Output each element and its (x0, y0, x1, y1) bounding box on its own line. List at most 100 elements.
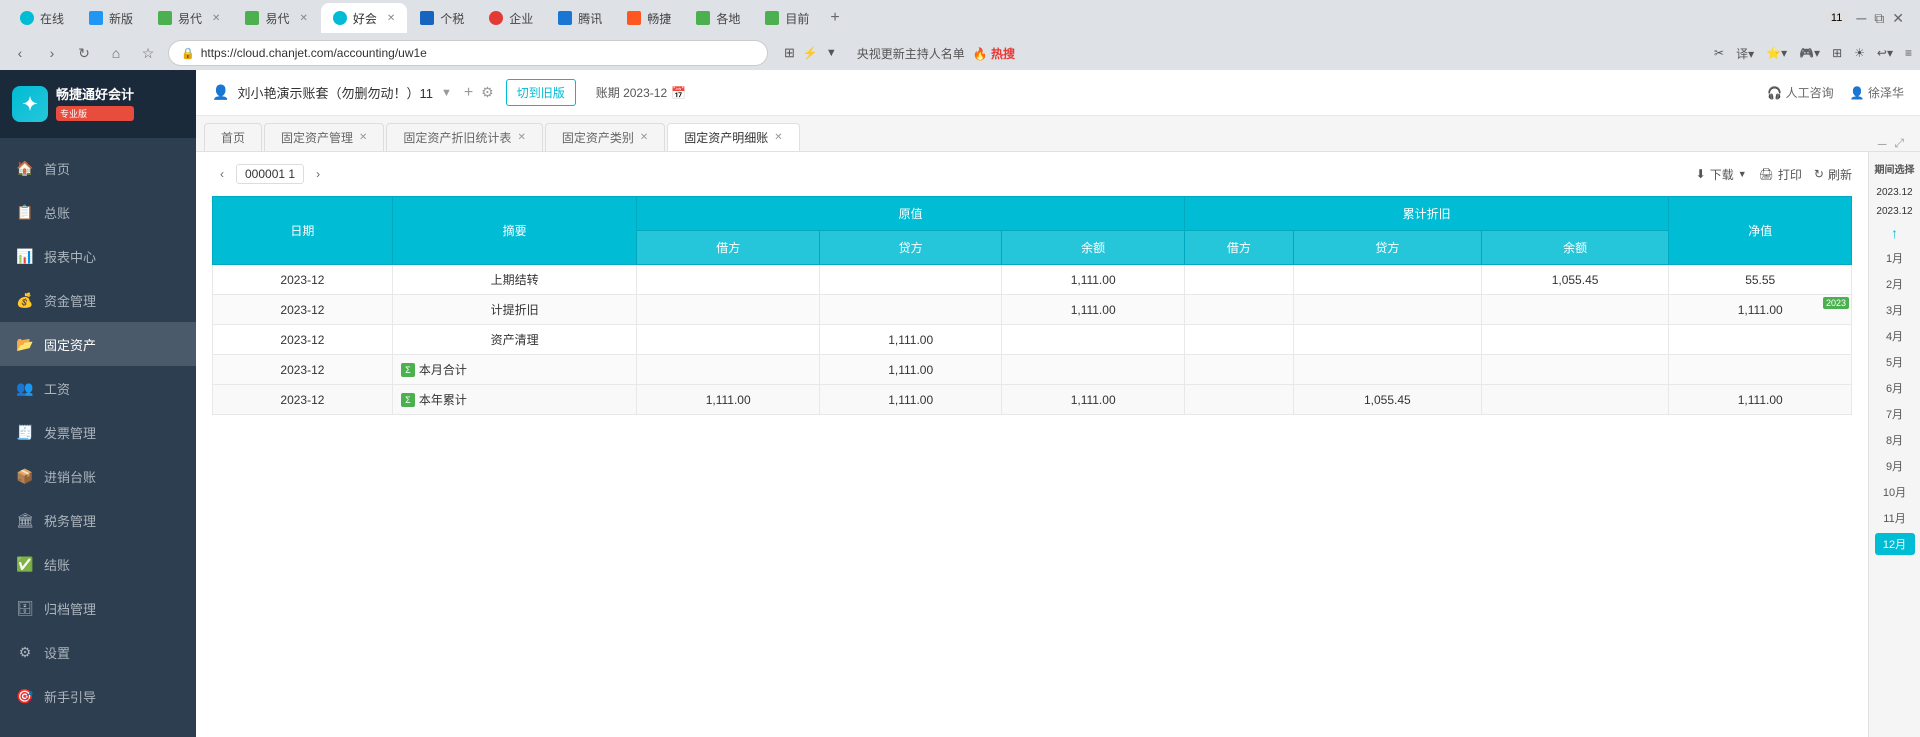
sidebar-item-guide[interactable]: 🎯 新手引导 (0, 674, 196, 718)
period-item-6[interactable]: 6月 (1875, 377, 1915, 399)
browser-tab-yidai1[interactable]: 易代 ✕ (146, 3, 232, 33)
browser-tab-new[interactable]: 新版 (77, 3, 145, 33)
cell-orig-balance: 1,111.00 (1002, 265, 1184, 295)
period-item-12[interactable]: 12月 (1875, 533, 1915, 555)
sidebar-item-invoice[interactable]: 🧾 发票管理 (0, 410, 196, 454)
sidebar-item-payroll[interactable]: 👥 工资 (0, 366, 196, 410)
period-item-7[interactable]: 7月 (1875, 403, 1915, 425)
cell-orig-balance: 1,111.00 (1002, 295, 1184, 325)
undo-icon[interactable]: ↩▾ (1877, 46, 1893, 60)
cell-orig-credit (819, 295, 1001, 325)
fixed-icon: 📂 (16, 335, 34, 353)
browser-tab-yidai2[interactable]: 易代 ✕ (233, 3, 319, 33)
new-tab-button[interactable]: + (822, 9, 847, 27)
sidebar-item-home[interactable]: 🏠 首页 (0, 146, 196, 190)
restore-icon[interactable]: ⧉ (1874, 10, 1884, 27)
header-actions: 🎧 人工咨询 👤 徐泽华 (1767, 84, 1904, 101)
period-up-button[interactable]: ↑ (1875, 223, 1915, 243)
browser-tab-online[interactable]: 在线 (8, 3, 76, 33)
period-item-4[interactable]: 4月 (1875, 325, 1915, 347)
close-icon[interactable]: ✕ (212, 13, 220, 24)
page-number[interactable]: 000001 1 (236, 164, 304, 184)
download-button[interactable]: ⬇ 下载 ▼ (1696, 166, 1747, 183)
browser-tab-qiye[interactable]: 企业 (477, 3, 545, 33)
cell-date: 2023-12 (213, 385, 393, 415)
minimize-icon[interactable]: ─ (1856, 10, 1866, 26)
browser-tab-gedi[interactable]: 各地 (684, 3, 752, 33)
close-icon[interactable]: ✕ (387, 13, 395, 24)
add-button[interactable]: + (464, 84, 473, 102)
maximize-panel-icon[interactable]: ⤢ (1894, 136, 1904, 151)
grid-icon[interactable]: ⊞ (1832, 46, 1842, 60)
browser-tab-tengxun[interactable]: 腾讯 (546, 3, 614, 33)
cell-accum-balance (1481, 295, 1669, 325)
period-item-2[interactable]: 2月 (1875, 273, 1915, 295)
address-input[interactable]: 🔒 https://cloud.chanjet.com/accounting/u… (168, 40, 768, 66)
tab-depreciation-stat[interactable]: 固定资产折旧统计表 ✕ (386, 123, 542, 151)
tab-home[interactable]: 首页 (204, 123, 262, 151)
tab-fixed-detail[interactable]: 固定资产明细账 ✕ (667, 123, 799, 151)
company-name: 刘小艳演示账套（勿删勿动！）11 (237, 83, 433, 102)
browser-tab-haohui[interactable]: 好会 ✕ (321, 3, 407, 33)
sum-icon: Σ (401, 393, 415, 407)
sidebar-item-closing[interactable]: ✅ 结账 (0, 542, 196, 586)
user-button[interactable]: 👤 徐泽华 (1850, 84, 1904, 101)
prev-page-button[interactable]: ‹ (212, 164, 232, 184)
sidebar-item-reports-label: 报表中心 (44, 247, 96, 266)
sidebar-item-general[interactable]: 📋 总账 (0, 190, 196, 234)
forward-button[interactable]: › (40, 41, 64, 65)
tab-fixed-mgmt[interactable]: 固定资产管理 ✕ (264, 123, 384, 151)
period-item-5[interactable]: 5月 (1875, 351, 1915, 373)
scissors-icon[interactable]: ✂ (1714, 46, 1724, 60)
sidebar-item-tax[interactable]: 🏛 税务管理 (0, 498, 196, 542)
sun-icon[interactable]: ☀ (1854, 46, 1865, 60)
close-tab-fixed-mgmt[interactable]: ✕ (359, 132, 367, 143)
refresh-button[interactable]: ↻ 刷新 (1814, 166, 1852, 183)
dropdown-arrow[interactable]: ▼ (441, 87, 452, 99)
close-tab-category[interactable]: ✕ (640, 132, 648, 143)
cell-orig-credit: 1,111.00 (819, 325, 1001, 355)
close-window-icon[interactable]: ✕ (1892, 10, 1904, 27)
cell-accum-credit: 1,055.45 (1293, 385, 1481, 415)
sidebar-item-inventory[interactable]: 📦 进销台账 (0, 454, 196, 498)
sidebar-item-reports[interactable]: 📊 报表中心 (0, 234, 196, 278)
th-original-value: 原值 (637, 197, 1184, 231)
minimize-panel-icon[interactable]: ─ (1878, 137, 1887, 151)
game-icon[interactable]: 🎮▾ (1799, 46, 1820, 60)
tab-fixed-category[interactable]: 固定资产类别 ✕ (545, 123, 665, 151)
print-button[interactable]: 🖨 打印 (1759, 166, 1802, 183)
period-item-1[interactable]: 1月 (1875, 247, 1915, 269)
period-item-11[interactable]: 11月 (1875, 507, 1915, 529)
period-item-8[interactable]: 8月 (1875, 429, 1915, 451)
sidebar-item-fixed[interactable]: 📂 固定资产 (0, 322, 196, 366)
bookmark-button[interactable]: ☆ (136, 41, 160, 65)
home-icon: 🏠 (16, 159, 34, 177)
home-button[interactable]: ⌂ (104, 41, 128, 65)
period-item-3[interactable]: 3月 (1875, 299, 1915, 321)
browser-tab-changjie[interactable]: 畅捷 (615, 3, 683, 33)
period-item-10[interactable]: 10月 (1875, 481, 1915, 503)
browser-tab-muqian[interactable]: 目前 (753, 3, 821, 33)
sidebar-item-capital[interactable]: 💰 资金管理 (0, 278, 196, 322)
table-row: 2023-12 Σ 本年累计 1,111.00 1,111.00 1,111.0… (213, 385, 1852, 415)
back-button[interactable]: ‹ (8, 41, 32, 65)
close-tab-depreciation[interactable]: ✕ (517, 132, 525, 143)
reload-button[interactable]: ↻ (72, 41, 96, 65)
browser-tab-geshui[interactable]: 个税 (408, 3, 476, 33)
settings-gear-icon[interactable]: ⚙ (481, 84, 494, 101)
translate-icon[interactable]: 译▾ (1736, 45, 1754, 62)
calendar-icon[interactable]: 📅 (671, 86, 686, 100)
sidebar-item-settings[interactable]: ⚙ 设置 (0, 630, 196, 674)
menu-icon[interactable]: ≡ (1905, 46, 1912, 60)
next-page-button[interactable]: › (308, 164, 328, 184)
support-button[interactable]: 🎧 人工咨询 (1767, 84, 1833, 101)
close-tab-detail[interactable]: ✕ (774, 132, 782, 143)
sidebar-item-closing-label: 结账 (44, 555, 70, 574)
th-accum-credit: 贷方 (1293, 231, 1481, 265)
period-item-9[interactable]: 9月 (1875, 455, 1915, 477)
close-icon[interactable]: ✕ (299, 13, 307, 24)
star-icon[interactable]: ⭐▾ (1766, 46, 1787, 60)
switch-version-button[interactable]: 切到旧版 (506, 79, 576, 106)
dropdown-icon[interactable]: ▼ (826, 47, 837, 59)
sidebar-item-archive[interactable]: 🗄 归档管理 (0, 586, 196, 630)
